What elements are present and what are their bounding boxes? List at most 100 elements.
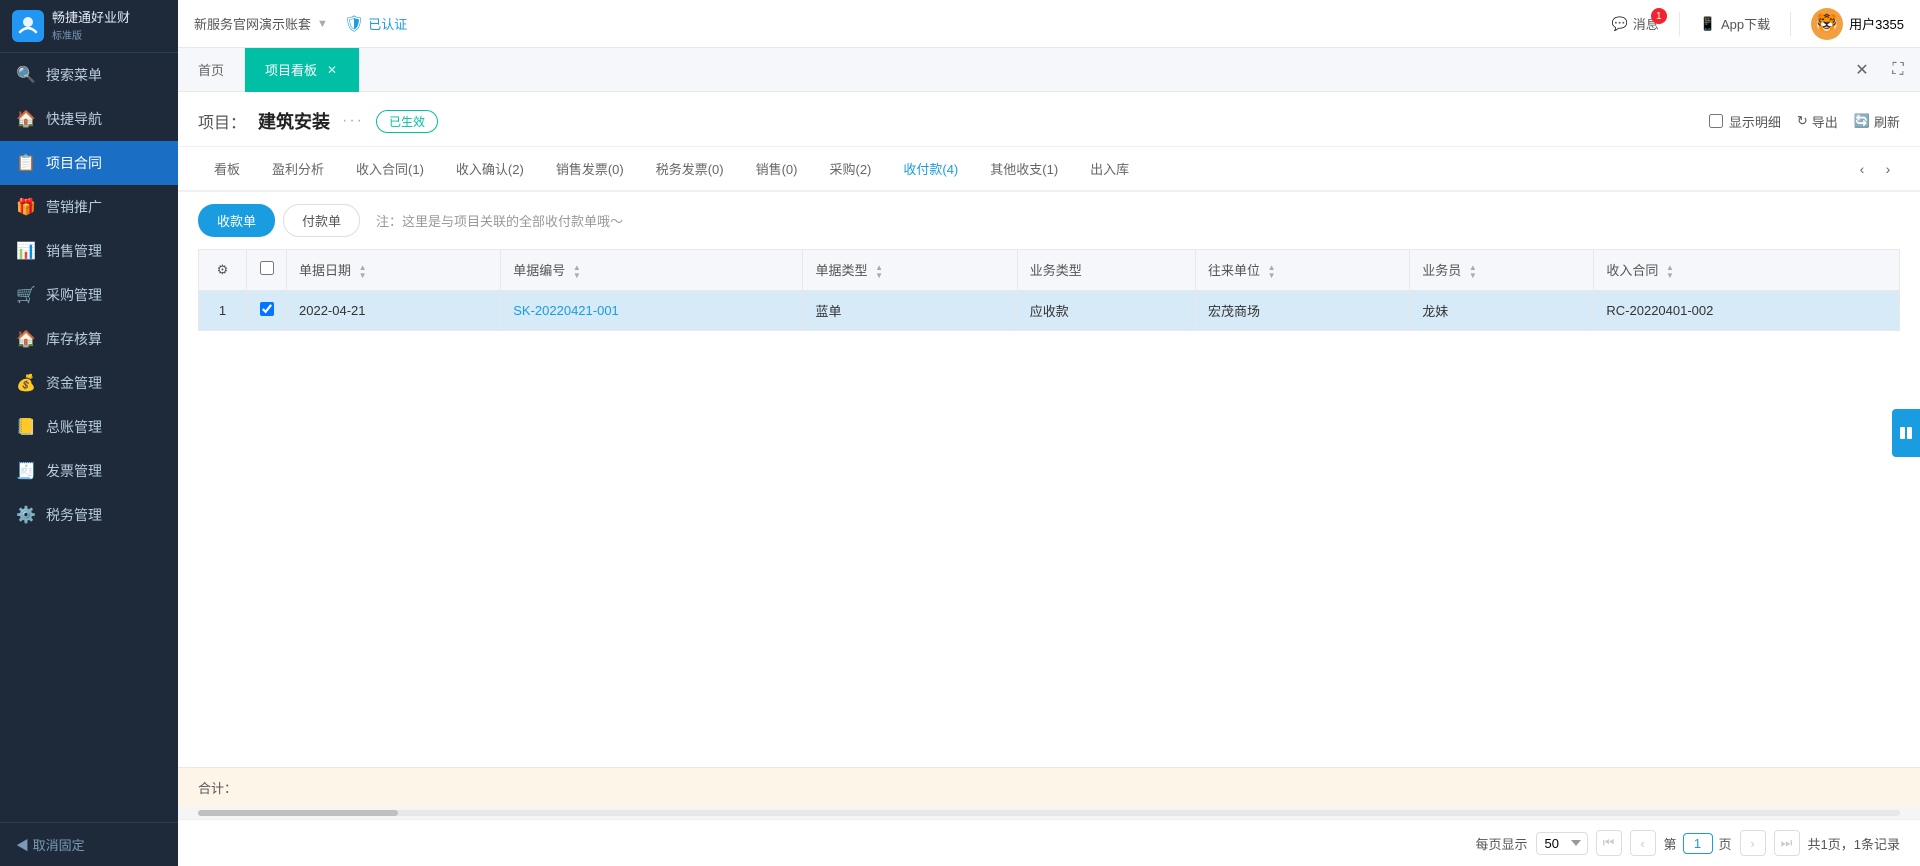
sidebar-item-contracts[interactable]: 📋项目合同 [0,141,178,185]
sort-date-icon: ▲▼ [359,264,367,280]
receipt-toggle[interactable]: 收款单 [198,204,275,237]
project-more-button[interactable]: ··· [342,112,364,130]
sidebar-nav: 🔍搜索菜单🏠快捷导航📋项目合同🎁营销推广📊销售管理🛒采购管理🏠库存核算💰资金管理… [0,53,178,822]
content-area: 项目： 建筑安装 ··· 已生效 显示明细 ↻ 导出 🔄 刷新 [178,92,1920,866]
subtab-sales[interactable]: 销售(0) [740,147,814,192]
horizontal-scrollbar[interactable] [198,810,1900,816]
col-number[interactable]: 单据编号 ▲▼ [501,250,803,291]
sidebar-label-quicknav: 快捷导航 [46,109,102,129]
certified-badge: 🛡 已认证 [344,14,407,34]
sidebar-label-inventory: 库存核算 [46,329,102,349]
contracts-icon: 📋 [16,153,36,173]
project-title: 建筑安装 [258,108,330,134]
sidebar-item-sales[interactable]: 📊销售管理 [0,229,178,273]
document-number-link[interactable]: SK-20220421-001 [513,303,619,318]
refresh-button[interactable]: 🔄 刷新 [1854,112,1900,131]
tab-home[interactable]: 首页 [178,48,245,92]
app-download-button[interactable]: 📱 App下载 [1700,14,1770,33]
table-wrapper: ⚙ 单据日期 ▲▼ 单据编号 ▲▼ 单据类型 [178,249,1920,767]
per-page-select[interactable]: 50 20 100 [1536,832,1588,855]
row-checkbox[interactable] [260,302,274,316]
subtab-profit[interactable]: 盈利分析 [256,147,340,192]
subtab-nav: ‹ › [1850,157,1900,181]
subtab-prev-button[interactable]: ‹ [1850,157,1874,181]
toggle-note: 注：这里是与项目关联的全部收付款单哦～ [376,211,623,230]
sidebar-item-tax[interactable]: ⚙️税务管理 [0,493,178,537]
account-dropdown-icon: ▼ [317,18,328,30]
account-selector[interactable]: 新服务官网演示账套 ▼ [194,14,328,33]
main-panel: 新服务官网演示账套 ▼ 🛡 已认证 💬 消息 1 📱 App下载 🐯 用户335… [178,0,1920,866]
tab-close-icon[interactable]: ✕ [325,63,339,77]
subtab-bar: 看板 盈利分析 收入合同(1) 收入确认(2) 销售发票(0) 税务发票(0) … [178,147,1920,192]
col-salesperson[interactable]: 业务员 ▲▼ [1410,250,1594,291]
tax-icon: ⚙️ [16,505,36,525]
td-date: 2022-04-21 [287,290,501,330]
sidebar-item-quicknav[interactable]: 🏠快捷导航 [0,97,178,141]
sidebar-label-marketing: 营销推广 [46,197,102,217]
sort-type-icon: ▲▼ [875,264,883,280]
subtab-other-expense[interactable]: 其他收支(1) [974,147,1074,192]
payment-toggle[interactable]: 付款单 [283,204,360,237]
col-settings[interactable]: ⚙ [199,250,247,291]
sort-partner-icon: ▲▼ [1268,264,1276,280]
tab-project-board[interactable]: 项目看板 ✕ [245,48,360,92]
sidebar-unpin-button[interactable]: ◀ 取消固定 [0,822,178,866]
pagination-next-button[interactable]: › [1740,830,1766,856]
sidebar-label-invoice: 发票管理 [46,461,102,481]
data-table: ⚙ 单据日期 ▲▼ 单据编号 ▲▼ 单据类型 [198,249,1900,331]
tab-close-window-button[interactable]: ✕ [1848,56,1876,84]
subtab-income-confirm[interactable]: 收入确认(2) [440,147,540,192]
sidebar-item-inventory[interactable]: 🏠库存核算 [0,317,178,361]
sidebar-header: 畅捷通好业财 标准版 [0,0,178,53]
subtab-next-button[interactable]: › [1876,157,1900,181]
subtab-income-contract[interactable]: 收入合同(1) [340,147,440,192]
sidebar-item-marketing[interactable]: 🎁营销推广 [0,185,178,229]
topbar-divider-2 [1790,12,1791,36]
subtab-tax-invoice[interactable]: 税务发票(0) [640,147,740,192]
topbar: 新服务官网演示账套 ▼ 🛡 已认证 💬 消息 1 📱 App下载 🐯 用户335… [178,0,1920,48]
sidebar: 畅捷通好业财 标准版 🔍搜索菜单🏠快捷导航📋项目合同🎁营销推广📊销售管理🛒采购管… [0,0,178,866]
col-income-contract[interactable]: 收入合同 ▲▼ [1594,250,1900,291]
show-detail-checkbox-input[interactable] [1709,114,1723,128]
show-detail-checkbox[interactable]: 显示明细 [1709,112,1781,131]
message-button[interactable]: 💬 消息 1 [1612,14,1659,33]
sidebar-label-search: 搜索菜单 [46,65,102,85]
sidebar-label-ledger: 总账管理 [46,417,102,437]
col-date[interactable]: 单据日期 ▲▼ [287,250,501,291]
tab-fullscreen-button[interactable]: ⛶ [1884,56,1912,84]
pagination-current-label: 第 [1664,834,1677,853]
td-check[interactable] [247,290,287,330]
pagination-first-button[interactable]: ⏮ [1596,830,1622,856]
subtab-purchase[interactable]: 采购(2) [813,147,887,192]
pagination-page-suffix: 页 [1719,834,1732,853]
col-type[interactable]: 单据类型 ▲▼ [803,250,1017,291]
sidebar-item-finance[interactable]: 💰资金管理 [0,361,178,405]
sidebar-label-sales: 销售管理 [46,241,102,261]
per-page-label: 每页显示 [1475,834,1527,853]
shield-icon: 🛡 [344,14,364,34]
col-partner[interactable]: 往来单位 ▲▼ [1196,250,1410,291]
floating-panel-button[interactable] [1892,409,1920,457]
sidebar-item-invoice[interactable]: 🧾发票管理 [0,449,178,493]
export-label: 导出 [1812,112,1838,131]
topbar-divider-1 [1679,12,1680,36]
sidebar-item-ledger[interactable]: 📒总账管理 [0,405,178,449]
sidebar-item-purchase[interactable]: 🛒采购管理 [0,273,178,317]
subtab-receipt[interactable]: 收付款(4) [887,147,974,192]
subtab-inout[interactable]: 出入库 [1074,147,1145,192]
subtab-kanban[interactable]: 看板 [198,147,256,192]
user-menu[interactable]: 🐯 用户3355 [1811,8,1904,40]
col-checkbox [247,250,287,291]
project-header: 项目： 建筑安装 ··· 已生效 显示明细 ↻ 导出 🔄 刷新 [178,92,1920,147]
pagination-last-button[interactable]: ⏭ [1774,830,1800,856]
pagination-page-num[interactable]: 1 [1683,833,1713,854]
select-all-checkbox[interactable] [260,261,274,275]
refresh-icon: 🔄 [1854,113,1870,129]
export-button[interactable]: ↻ 导出 [1797,112,1838,131]
subtab-sales-invoice[interactable]: 销售发票(0) [540,147,640,192]
tab-bar: 首页 项目看板 ✕ ✕ ⛶ [178,48,1920,92]
td-number: SK-20220421-001 [501,290,803,330]
pagination-prev-button[interactable]: ‹ [1630,830,1656,856]
sidebar-item-search[interactable]: 🔍搜索菜单 [0,53,178,97]
total-row: 合计： [178,767,1920,807]
